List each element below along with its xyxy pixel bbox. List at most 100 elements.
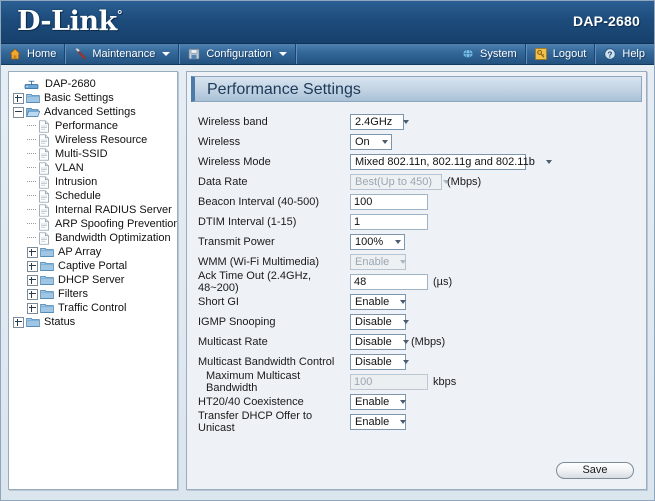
field-row-wireless: Wireless On (198, 132, 642, 152)
label-wireless-mode: Wireless Mode (198, 156, 271, 168)
tree-item-status[interactable]: Status (13, 315, 174, 329)
tree-expand-icon-traffic-control[interactable] (27, 302, 38, 314)
wireless-select[interactable]: On (350, 134, 392, 150)
tree-expand-icon-dhcp-server[interactable] (27, 274, 38, 286)
unit-ack-time-out: (µs) (433, 276, 453, 288)
page-body: DAP-2680 Basic Settings Advanced Setting… (1, 65, 654, 497)
label-short-gi: Short GI (198, 296, 239, 308)
igmp-snooping-select[interactable]: Disable (350, 314, 409, 330)
page-icon (38, 203, 50, 217)
folder-icon (40, 302, 54, 314)
tree-item-internal-radius-server[interactable]: Internal RADIUS Server (13, 203, 174, 217)
tree-item-bandwidth-optimization[interactable]: Bandwidth Optimization (13, 231, 174, 245)
label-transfer-dhcp-offer-to-unicast: Transfer DHCP Offer to Unicast (198, 410, 313, 434)
tree-expand-icon-filters[interactable] (27, 288, 38, 300)
dtim-interval-input[interactable] (350, 214, 428, 230)
label-maximum-multicast-bandwidth: Maximum Multicast Bandwidth (206, 370, 301, 394)
tree-item-intrusion[interactable]: Intrusion (13, 175, 174, 189)
page-icon (38, 217, 50, 231)
wireless-mode-select[interactable]: Mixed 802.11n, 802.11g and 802.11b (350, 154, 552, 170)
tree-label-arp-spoofing-prevention: ARP Spoofing Prevention (55, 218, 178, 230)
tree-label-ap-array: AP Array (58, 246, 102, 258)
ht2040-coexistence-select[interactable]: Enable (350, 394, 407, 410)
page-icon (38, 189, 50, 203)
tree-connector (27, 181, 36, 183)
label-wireless: Wireless (198, 136, 241, 148)
transmit-power-select[interactable]: 100% (350, 234, 405, 250)
nav-item-logout[interactable]: Logout (527, 44, 597, 64)
tree-connector (27, 209, 36, 211)
control-data-rate: Best(Up to 450) (Mbps) (350, 174, 481, 190)
chevron-down-icon (382, 140, 388, 144)
transfer-dhcp-offer-to-unicast-value: Enable (355, 416, 390, 428)
tree-label-multi-ssid: Multi-SSID (55, 148, 108, 160)
model-name: DAP-2680 (573, 13, 640, 29)
tree-label-dap-2680: DAP-2680 (45, 78, 96, 90)
page-icon (38, 231, 50, 245)
label-data-rate: Data Rate (198, 176, 248, 188)
tree-expand-icon-ap-array[interactable] (27, 246, 38, 258)
chevron-down-icon-maintenance (162, 52, 171, 56)
wrench-icon (73, 47, 87, 61)
tree-item-arp-spoofing-prevention[interactable]: ARP Spoofing Prevention (13, 217, 177, 231)
router-icon (24, 78, 39, 91)
tree-connector (27, 195, 36, 197)
tree-item-performance[interactable]: Performance (13, 119, 174, 133)
tree-item-captive-portal[interactable]: Captive Portal (13, 259, 174, 273)
tree-item-multi-ssid[interactable]: Multi-SSID (13, 147, 174, 161)
page-icon (38, 175, 50, 189)
tree-label-captive-portal: Captive Portal (58, 260, 128, 272)
control-multicast-rate: Disable (Mbps) (350, 334, 445, 350)
short-gi-value: Enable (355, 296, 390, 308)
tree-connector (27, 167, 36, 169)
tree-item-traffic-control[interactable]: Traffic Control (13, 301, 174, 315)
tree-label-internal-radius-server: Internal RADIUS Server (55, 204, 172, 216)
ack-time-out-input[interactable] (350, 274, 428, 290)
tree-label-vlan: VLAN (55, 162, 84, 174)
tree-expand-icon-status[interactable] (13, 316, 24, 328)
short-gi-select[interactable]: Enable (350, 294, 407, 310)
tree-item-filters[interactable]: Filters (13, 287, 174, 301)
wireless-value: On (355, 136, 370, 148)
save-button[interactable]: Save (556, 462, 634, 479)
tree-item-wireless-resource[interactable]: Wireless Resource (13, 133, 174, 147)
router-admin-page: D-Link° DAP-2680 Home Maintenance Config… (0, 0, 655, 501)
tree-label-performance: Performance (55, 120, 118, 132)
field-row-wireless-band: Wireless band 2.4GHz (198, 112, 642, 132)
page-icon (38, 119, 50, 133)
nav-item-maintenance[interactable]: Maintenance (66, 44, 181, 64)
tree-expand-icon-captive-portal[interactable] (27, 260, 38, 272)
nav-item-system[interactable]: System (454, 44, 527, 64)
tree-collapse-icon-advanced-settings[interactable] (13, 106, 24, 118)
tree-item-ap-array[interactable]: AP Array (13, 245, 174, 259)
nav-item-help[interactable]: ? Help (596, 44, 654, 64)
control-wireless-mode: Mixed 802.11n, 802.11g and 802.11b (350, 154, 552, 170)
multicast-bandwidth-control-select[interactable]: Disable (350, 354, 409, 370)
wmm-value: Enable (355, 256, 390, 268)
control-transmit-power: 100% (350, 234, 405, 250)
wireless-band-select[interactable]: 2.4GHz (350, 114, 410, 130)
transfer-dhcp-offer-to-unicast-select[interactable]: Enable (350, 414, 407, 430)
tree-item-dhcp-server[interactable]: DHCP Server (13, 273, 174, 287)
data-rate-select: Best(Up to 450) (350, 174, 450, 190)
tree-expand-icon-basic-settings[interactable] (13, 92, 24, 104)
beacon-interval-input[interactable] (350, 194, 428, 210)
wmm-select: Enable (350, 254, 407, 270)
tree-item-dap-2680[interactable]: DAP-2680 (13, 77, 174, 91)
tree-item-advanced-settings[interactable]: Advanced Settings (13, 105, 174, 119)
chevron-down-icon (400, 300, 407, 304)
tree-item-schedule[interactable]: Schedule (13, 189, 174, 203)
folder-icon (40, 246, 54, 258)
label-transmit-power: Transmit Power (198, 236, 275, 248)
nav-item-configuration[interactable]: Configuration (180, 44, 297, 64)
label-multicast-bandwidth-control: Multicast Bandwidth Control (198, 356, 335, 368)
control-igmp-snooping: Disable (350, 314, 409, 330)
field-row-short-gi: Short GI Enable (198, 292, 642, 312)
tree-item-basic-settings[interactable]: Basic Settings (13, 91, 174, 105)
nav-item-home[interactable]: Home (1, 44, 67, 64)
ht2040-coexistence-value: Enable (355, 396, 390, 408)
multicast-rate-select[interactable]: Disable (350, 334, 409, 350)
field-row-wmm: WMM (Wi-Fi Multimedia) Enable (198, 252, 642, 272)
tree-item-vlan[interactable]: VLAN (13, 161, 174, 175)
